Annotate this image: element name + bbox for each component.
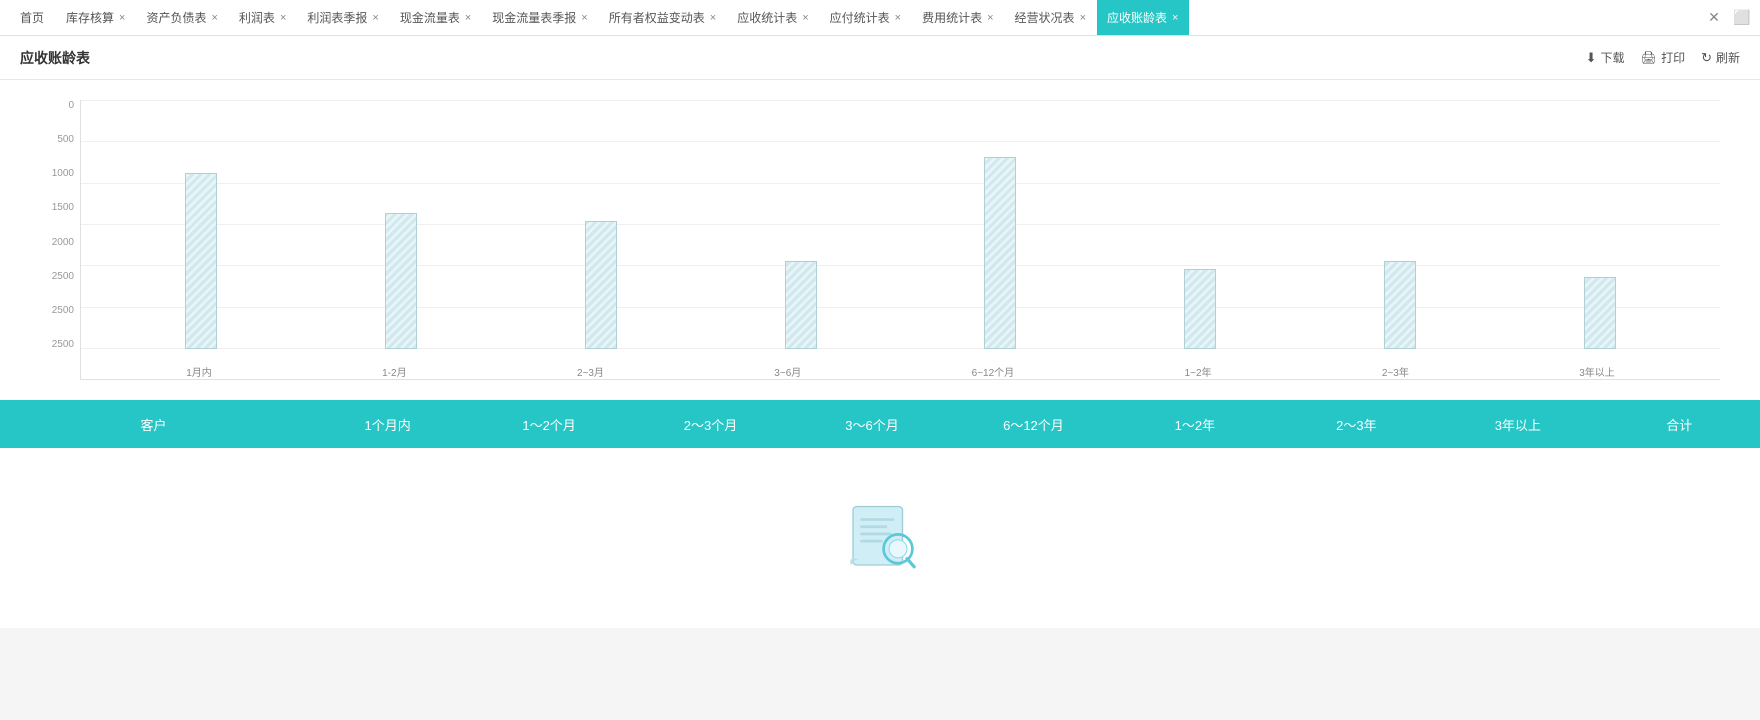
tab-bar: 首页 库存核算 × 资产负债表 × 利润表 × 利润表季报 × 现金流量表 × … (0, 0, 1760, 36)
empty-area (0, 448, 1760, 628)
th-month6to12: 6～12个月 (953, 415, 1114, 434)
close-cashflow[interactable]: × (465, 12, 471, 24)
th-month2to3: 2～3个月 (630, 415, 791, 434)
bar-5 (1184, 269, 1216, 349)
print-button[interactable]: 🖨 打印 (1641, 49, 1686, 66)
close-biz-status[interactable]: × (1080, 12, 1086, 24)
download-icon: ⬇ (1586, 50, 1597, 66)
bar-2 (585, 221, 617, 349)
bar-group-6 (1384, 261, 1416, 349)
tab-profit[interactable]: 利润表 × (229, 0, 297, 36)
bar-6 (1384, 261, 1416, 349)
tab-home[interactable]: 首页 (8, 9, 56, 26)
th-year3plus: 3年以上 (1437, 415, 1598, 434)
close-equity[interactable]: × (710, 12, 716, 24)
window-controls: ✕ ⬜ (1704, 8, 1752, 28)
tab-balance[interactable]: 资产负债表 × (136, 0, 228, 36)
th-year1to2: 1～2年 (1114, 415, 1275, 434)
x-label-0: 1月内 (186, 364, 212, 379)
table-header: 客户1个月内1～2个月2～3个月3～6个月6～12个月1～2年2～3年3年以上合… (0, 400, 1760, 448)
x-label-4: 6~12个月 (972, 364, 1015, 379)
x-labels: 1月内 1-2月 2~3月 3~6月 6~12个月 1~2年 2~3年 3年以上 (81, 364, 1720, 379)
tab-cashflow-quarterly[interactable]: 现金流量表季报 × (482, 0, 598, 36)
bars-row (81, 100, 1720, 349)
x-label-3: 3~6月 (774, 364, 801, 379)
page-header: 应收账龄表 ⬇ 下载 🖨 打印 ↻ 刷新 (0, 36, 1760, 80)
chart-container: 2500 2500 2500 2000 1500 1000 500 0 (40, 100, 1720, 380)
bar-group-0 (185, 173, 217, 349)
tab-equity[interactable]: 所有者权益变动表 × (599, 0, 727, 36)
bar-4 (984, 157, 1016, 349)
bar-7 (1584, 277, 1616, 349)
close-inventory[interactable]: × (119, 12, 125, 24)
main-content: 2500 2500 2500 2000 1500 1000 500 0 (0, 80, 1760, 628)
close-profit-quarterly[interactable]: × (372, 12, 378, 24)
header-actions: ⬇ 下载 🖨 打印 ↻ 刷新 (1586, 49, 1740, 66)
y-label-2000: 2000 (40, 237, 74, 248)
y-label-500: 500 (40, 134, 74, 145)
maximize-button[interactable]: ⬜ (1732, 8, 1752, 28)
th-total: 合计 (1599, 415, 1760, 434)
bar-group-4 (984, 157, 1016, 349)
x-label-7: 3年以上 (1579, 364, 1615, 379)
th-year2to3: 2～3年 (1276, 415, 1437, 434)
tab-ar-aging[interactable]: 应收账龄表 × (1097, 0, 1189, 36)
tab-cashflow[interactable]: 现金流量表 × (390, 0, 482, 36)
close-ar-stat[interactable]: × (802, 12, 808, 24)
x-label-6: 2~3年 (1382, 364, 1409, 379)
th-month3to6: 3～6个月 (791, 415, 952, 434)
close-profit[interactable]: × (280, 12, 286, 24)
y-label-2500a: 2500 (40, 305, 74, 316)
minimize-button[interactable]: ✕ (1704, 8, 1724, 28)
th-customer: 客户 (0, 415, 307, 434)
bar-group-3 (785, 261, 817, 349)
refresh-icon: ↻ (1701, 50, 1712, 66)
refresh-button[interactable]: ↻ 刷新 (1701, 49, 1740, 66)
bar-group-7 (1584, 277, 1616, 349)
close-balance[interactable]: × (211, 12, 217, 24)
y-label-1500: 1500 (40, 202, 74, 213)
tab-biz-status[interactable]: 经营状况表 × (1005, 0, 1097, 36)
bar-group-5 (1184, 269, 1216, 349)
bar-0 (185, 173, 217, 349)
th-month1: 1个月内 (307, 415, 468, 434)
chart-body: 1月内 1-2月 2~3月 3~6月 6~12个月 1~2年 2~3年 3年以上 (80, 100, 1720, 380)
tab-ar-stat[interactable]: 应收统计表 × (727, 0, 819, 36)
x-label-5: 1~2年 (1185, 364, 1212, 379)
chart-area: 2500 2500 2500 2000 1500 1000 500 0 (0, 80, 1760, 400)
y-label-2500c: 2500 (40, 271, 74, 282)
close-ap-stat[interactable]: × (895, 12, 901, 24)
print-icon: 🖨 (1641, 50, 1658, 66)
y-label-0: 0 (40, 100, 74, 111)
close-expense-stat[interactable]: × (987, 12, 993, 24)
y-label-2500b: 2500 (40, 339, 74, 350)
tab-profit-quarterly[interactable]: 利润表季报 × (297, 0, 389, 36)
x-label-1: 1-2月 (382, 364, 406, 379)
bar-1 (385, 213, 417, 349)
y-axis: 2500 2500 2500 2000 1500 1000 500 0 (40, 100, 80, 380)
tab-ap-stat[interactable]: 应付统计表 × (820, 0, 912, 36)
tab-expense-stat[interactable]: 费用统计表 × (912, 0, 1004, 36)
page-title: 应收账龄表 (20, 48, 90, 68)
empty-illustration (835, 493, 925, 583)
bar-group-1 (385, 213, 417, 349)
y-label-1000: 1000 (40, 168, 74, 179)
close-cashflow-quarterly[interactable]: × (581, 12, 587, 24)
tab-inventory[interactable]: 库存核算 × (56, 0, 136, 36)
th-month1to2: 1～2个月 (468, 415, 629, 434)
x-label-2: 2~3月 (577, 364, 604, 379)
bar-group-2 (585, 221, 617, 349)
close-ar-aging[interactable]: × (1172, 12, 1178, 24)
download-button[interactable]: ⬇ 下载 (1586, 49, 1625, 66)
bar-3 (785, 261, 817, 349)
